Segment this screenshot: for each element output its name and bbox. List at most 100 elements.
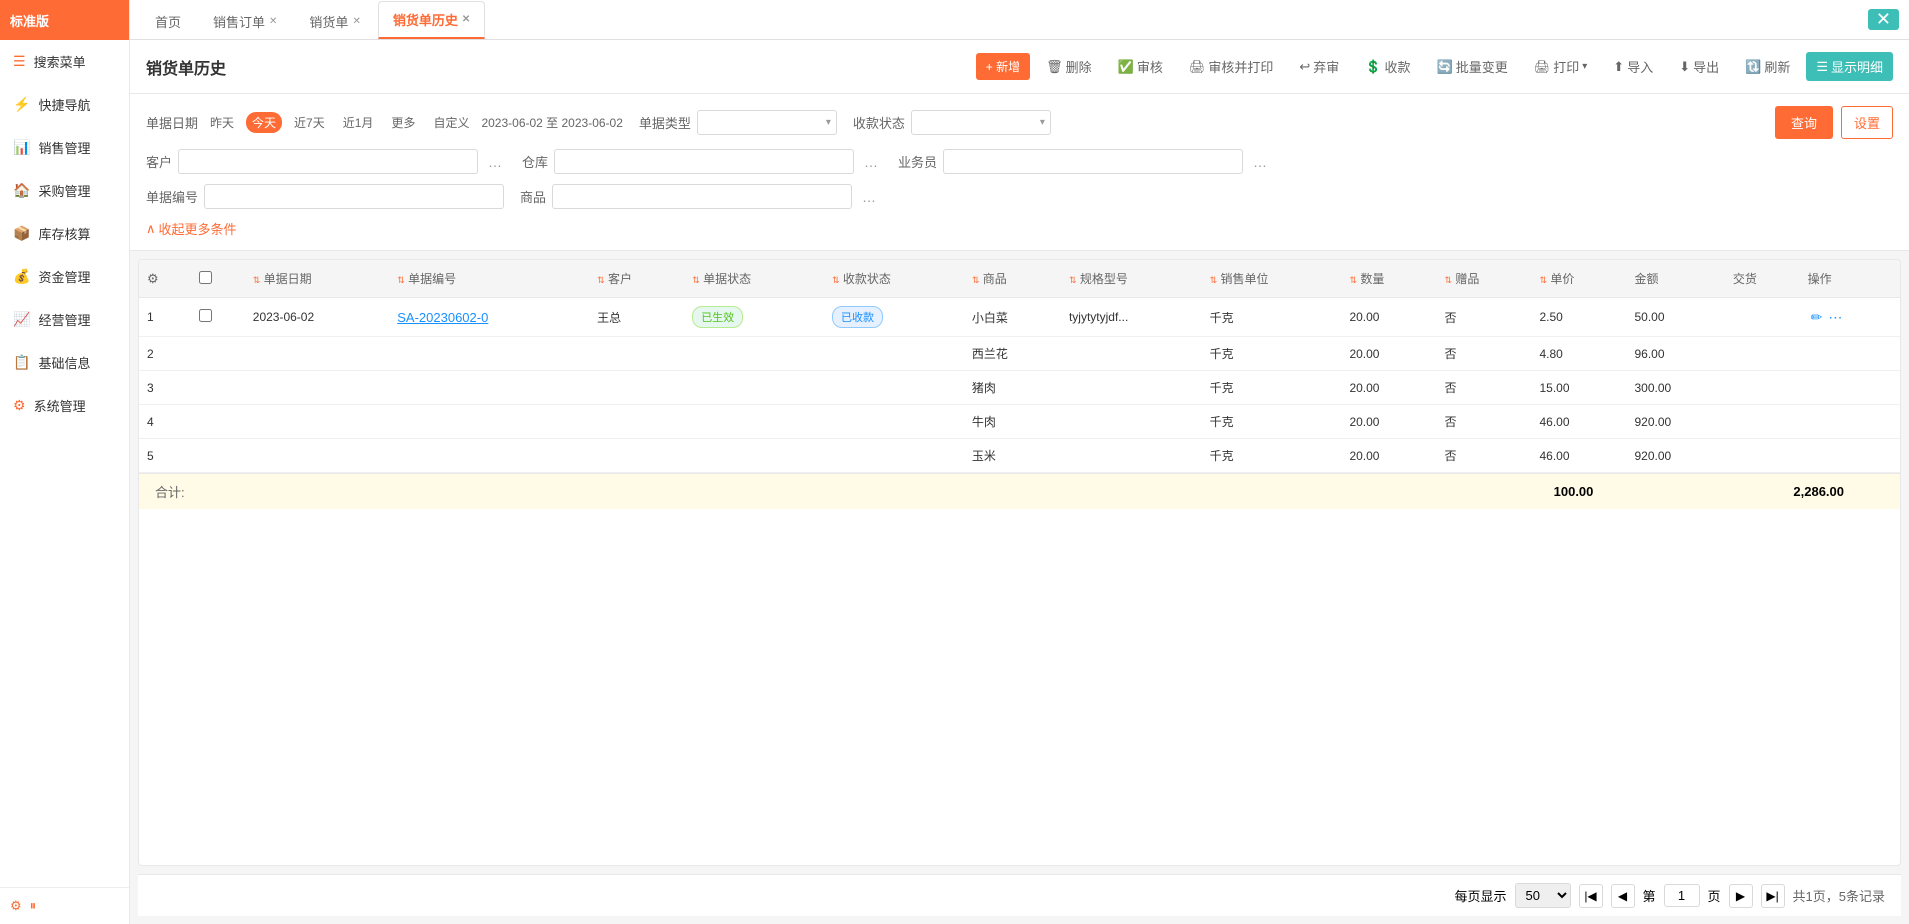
row-checkbox[interactable] [199,309,212,322]
sidebar-item-system[interactable]: ⚙ 系统管理 [0,384,129,427]
doc-no-link[interactable]: SA-20230602-0 [397,310,488,325]
print-button[interactable]: 🖨 打印 ▾ [1524,52,1598,81]
basic-icon: 📋 [13,354,30,371]
select-all-checkbox[interactable] [199,271,212,284]
sort-spec-type-icon[interactable]: ⇅ [1069,275,1077,285]
more-action-icon[interactable]: ⋯ [1828,309,1842,325]
customer-input[interactable] [178,149,478,174]
collect-button[interactable]: 💲 收款 [1355,52,1420,81]
cell-action [1800,439,1900,473]
filter-docno-item: 单据编号 [146,184,504,209]
goods-ellipsis-btn[interactable]: … [858,189,880,205]
review-button[interactable]: ✅ 审核 [1108,52,1173,81]
batch-change-icon: 🔄 [1437,59,1453,75]
collect-status-select-wrap [911,110,1051,135]
sidebar-item-finance[interactable]: 💰 资金管理 [0,255,129,298]
set-button[interactable]: 设置 [1841,106,1893,139]
pagination-bar: 每页显示 50 100 |◀ ◀ 第 页 ▶ ▶| 共1页，5条记录 [138,874,1901,916]
cell-rownum: 1 [139,298,191,337]
cell-doc-date [245,371,389,405]
sidebar-item-search[interactable]: ☰ 搜索菜单 [0,40,129,83]
delete-icon: 🗑 [1046,59,1063,75]
cell-quantity: 20.00 [1341,298,1436,337]
delete-button[interactable]: 🗑 删除 [1036,52,1102,81]
tab-close-sales-order[interactable]: ✕ [269,16,277,27]
tab-sales-delivery[interactable]: 销货单 ✕ [294,3,375,39]
sort-doc-status-icon[interactable]: ⇅ [692,275,700,285]
staff-ellipsis-btn[interactable]: … [1249,154,1271,170]
new-button[interactable]: + 新增 [976,53,1030,80]
warehouse-ellipsis-btn[interactable]: … [860,154,882,170]
sort-gift-icon[interactable]: ⇅ [1444,275,1452,285]
sidebar-settings-icon[interactable]: ⚙ [10,898,22,914]
docno-input[interactable] [204,184,504,209]
sidebar-item-sales[interactable]: 📊 销售管理 [0,126,129,169]
cell-action [1800,405,1900,439]
import-icon: ⬆ [1613,59,1624,75]
date-btn-7days[interactable]: 近7天 [288,112,331,133]
first-page-button[interactable]: |◀ [1579,884,1603,908]
cell-spec-type: tyjytytyjdf... [1061,298,1202,337]
page-word-before: 第 [1643,886,1656,905]
export-button[interactable]: ⬇ 导出 [1669,52,1729,81]
doc-type-select[interactable] [697,110,837,135]
footer-total-amount: 2,286.00 [1793,484,1844,499]
sort-sales-unit-icon[interactable]: ⇅ [1210,275,1218,285]
tab-close-sales-history[interactable]: ✕ [462,14,470,25]
warehouse-input[interactable] [554,149,854,174]
close-all-tabs-button[interactable]: ✕ [1868,9,1899,30]
sort-customer-icon[interactable]: ⇅ [597,275,605,285]
sidebar-item-purchase[interactable]: 🏠 采购管理 [0,169,129,212]
cell-sales-unit: 千克 [1202,371,1342,405]
cell-transaction [1725,337,1800,371]
tab-sales-history[interactable]: 销货单历史 ✕ [378,1,485,39]
table-gear-icon[interactable]: ⚙ [147,271,159,286]
cell-goods: 牛肉 [964,405,1061,439]
import-button[interactable]: ⬆ 导入 [1603,52,1663,81]
tab-close-sales-delivery[interactable]: ✕ [352,16,360,27]
tab-home[interactable]: 首页 [140,3,196,39]
edit-action-icon[interactable]: ✏ [1811,309,1823,325]
sidebar-item-basic[interactable]: 📋 基础信息 [0,341,129,384]
collapse-filter-button[interactable]: ∧ 收起更多条件 [146,219,1893,238]
page-number-input[interactable] [1664,884,1700,907]
goods-input[interactable] [552,184,852,209]
sort-doc-date-icon[interactable]: ⇅ [253,275,261,285]
sort-goods-icon[interactable]: ⇅ [972,275,980,285]
th-quantity: ⇅ 数量 [1341,260,1436,298]
sidebar-item-shortcut[interactable]: ⚡ 快捷导航 [0,83,129,126]
cell-transaction [1725,298,1800,337]
tab-sales-order[interactable]: 销售订单 ✕ [198,3,292,39]
show-detail-button[interactable]: ☰ 显示明细 [1806,52,1893,81]
sort-collect-status-icon[interactable]: ⇅ [832,275,840,285]
batch-change-button[interactable]: 🔄 批量变更 [1427,52,1518,81]
cell-doc-date [245,337,389,371]
cell-doc-no: SA-20230602-0 [389,298,589,337]
sort-doc-no-icon[interactable]: ⇅ [397,275,405,285]
sort-unit-price-icon[interactable]: ⇅ [1539,275,1547,285]
date-btn-custom[interactable]: 自定义 [427,112,475,133]
sidebar-item-inventory[interactable]: 📦 库存核算 [0,212,129,255]
cell-gift: 否 [1436,337,1531,371]
sidebar-item-operation[interactable]: 📈 经营管理 [0,298,129,341]
page-size-select[interactable]: 50 100 [1515,883,1571,908]
prev-page-button[interactable]: ◀ [1611,884,1635,908]
cell-rownum: 3 [139,371,191,405]
date-btn-1month[interactable]: 近1月 [337,112,380,133]
last-page-button[interactable]: ▶| [1761,884,1785,908]
sidebar-toggle-icon[interactable]: ⏸ [30,898,37,914]
staff-input[interactable] [943,149,1243,174]
review-print-button[interactable]: 🖨 审核并打印 [1179,52,1284,81]
search-icon: ☰ [13,53,26,70]
collect-status-select[interactable] [911,110,1051,135]
sort-quantity-icon[interactable]: ⇅ [1349,275,1357,285]
customer-ellipsis-btn[interactable]: … [484,154,506,170]
refresh-button[interactable]: 🔃 刷新 [1735,52,1800,81]
date-btn-today[interactable]: 今天 [246,112,282,133]
next-page-button[interactable]: ▶ [1729,884,1753,908]
collect-icon: 💲 [1365,59,1381,75]
query-button[interactable]: 查询 [1775,106,1833,139]
date-btn-yesterday[interactable]: 昨天 [204,112,240,133]
date-btn-more[interactable]: 更多 [385,112,421,133]
discard-button[interactable]: ↩ 弃审 [1289,52,1349,81]
